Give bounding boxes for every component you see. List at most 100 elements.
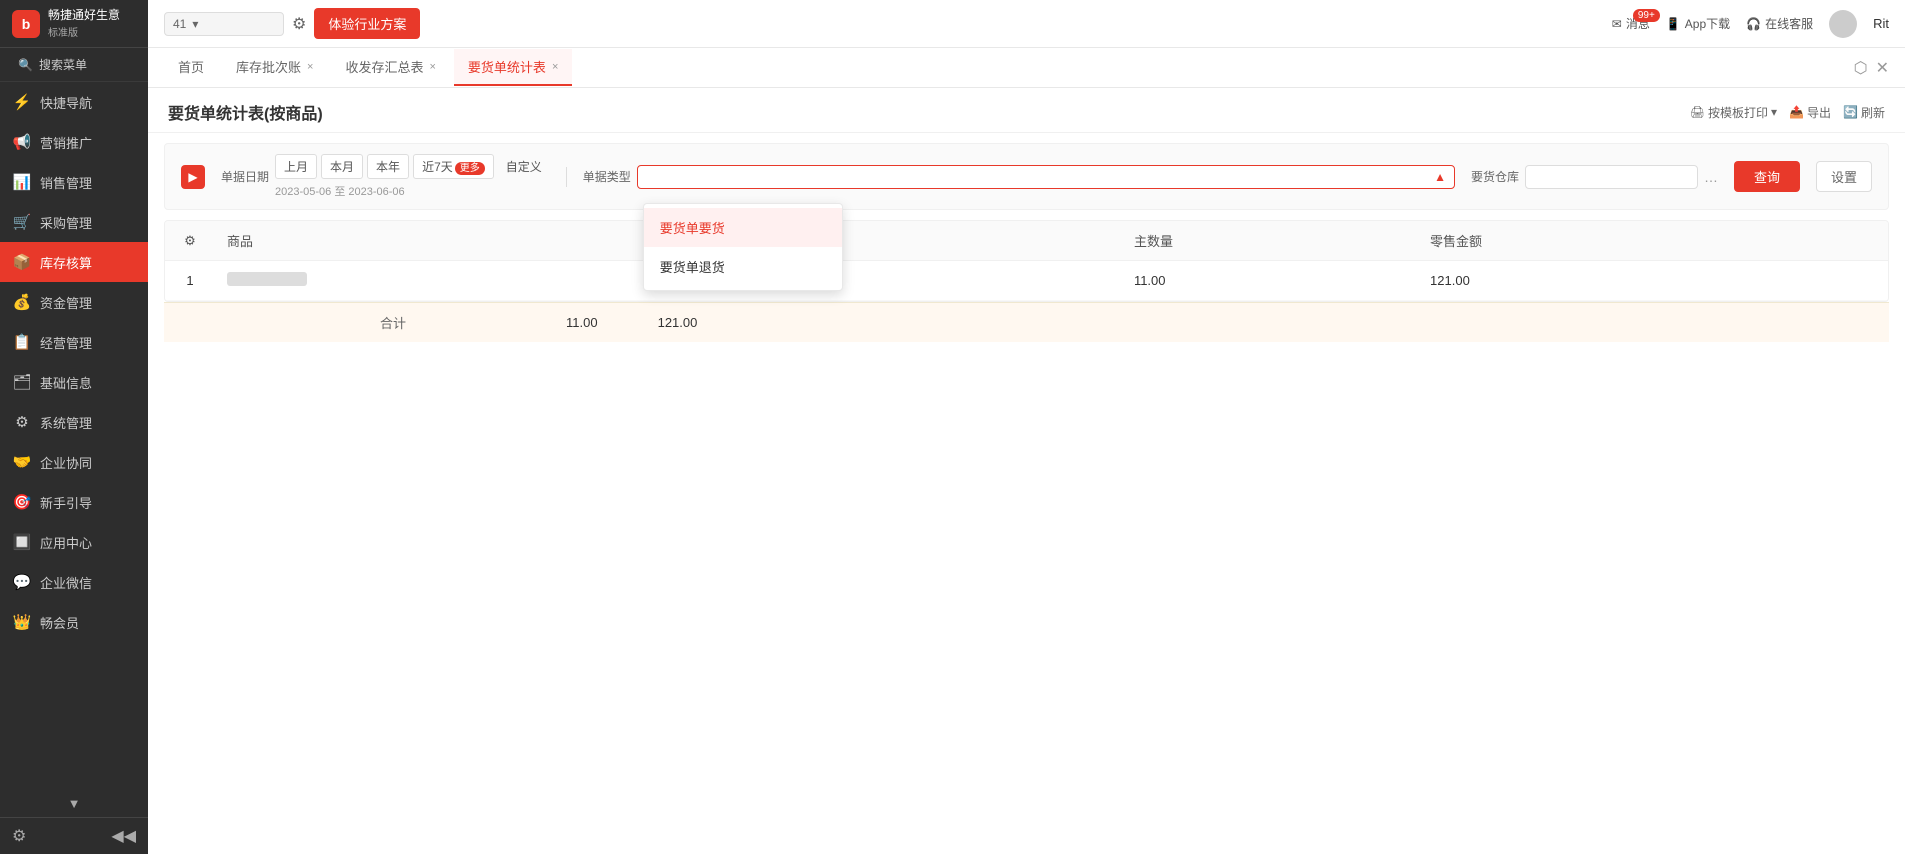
date-btn-this-year[interactable]: 本年 (367, 154, 409, 179)
table-footer: 合计 11.00 121.00 (164, 302, 1889, 342)
more-badge: 更多 (455, 162, 485, 175)
footer-amount: 121.00 (658, 315, 698, 330)
date-btn-7days[interactable]: 近7天更多 (413, 154, 494, 179)
sidebar-scroll-down[interactable]: ▼ (0, 790, 148, 817)
sidebar-item-system[interactable]: ⚙ 系统管理 (0, 402, 148, 442)
quick-nav-icon: ⚡ (12, 92, 32, 112)
inventory-icon: 📦 (12, 252, 32, 272)
warehouse-filter-label: 要货仓库 (1471, 168, 1519, 185)
col-settings-icon: ⚙ (184, 233, 196, 248)
col-settings[interactable]: ⚙ (165, 221, 215, 261)
tab-label: 要货单统计表 (468, 57, 546, 76)
app-version: 标准版 (48, 24, 120, 39)
sidebar-item-appstore[interactable]: 🔲 应用中心 (0, 522, 148, 562)
online-service-btn[interactable]: 🎧 在线客服 (1746, 15, 1813, 32)
topbar-settings-icon[interactable]: ⚙ (292, 14, 306, 34)
sidebar-item-vip[interactable]: 👑 畅会员 (0, 602, 148, 642)
date-btn-custom[interactable]: 自定义 (498, 155, 550, 178)
filter-divider (566, 167, 567, 187)
tab-close-icon[interactable]: × (307, 61, 313, 73)
sidebar-item-business[interactable]: 📋 经营管理 (0, 322, 148, 362)
nav-label: 经营管理 (40, 333, 92, 352)
messages-badge: 99+ (1633, 9, 1660, 22)
tab-expand-icon[interactable]: ⬡ (1854, 58, 1868, 78)
main-area: 41 ▾ ⚙ 体验行业方案 ✉ 消息 99+ 📱 App下载 🎧 在线客服 Ri… (148, 0, 1905, 854)
sidebar-collapse-icon[interactable]: ◀◀ (111, 826, 136, 846)
sidebar-item-quick-nav[interactable]: ⚡ 快捷导航 (0, 82, 148, 122)
sidebar-item-inventory[interactable]: 📦 库存核算 (0, 242, 148, 282)
type-filter-label: 单据类型 (583, 168, 631, 185)
export-btn[interactable]: 📤 导出 (1789, 104, 1831, 121)
industry-btn[interactable]: 体验行业方案 (314, 8, 420, 39)
sidebar-item-marketing[interactable]: 📢 营销推广 (0, 122, 148, 162)
sidebar-item-purchase[interactable]: 🛒 采购管理 (0, 202, 148, 242)
messages-btn[interactable]: ✉ 消息 99+ (1612, 15, 1650, 32)
app-logo: b 畅捷通好生意 标准版 (0, 0, 148, 48)
date-btn-prev-month[interactable]: 上月 (275, 154, 317, 179)
sales-icon: 📊 (12, 172, 32, 192)
dropdown-item-order-return[interactable]: 要货单退货 (644, 247, 842, 286)
page-title-actions: 🖨 按模板打印 ▾ 📤 导出 🔄 刷新 (1690, 104, 1885, 121)
table-header-row: ⚙ 商品 主计量单位 主数量 零售金额 (165, 221, 1888, 261)
export-label: 导出 (1807, 104, 1831, 121)
type-select[interactable]: ▲ (637, 165, 1455, 189)
sidebar-nav: ⚡ 快捷导航 📢 营销推广 📊 销售管理 🛒 采购管理 📦 库存核算 💰 资金管… (0, 82, 148, 790)
nav-label: 畅会员 (40, 613, 79, 632)
date-btn-this-month[interactable]: 本月 (321, 154, 363, 179)
download-icon: 📱 (1666, 17, 1681, 31)
tab-label: 收发存汇总表 (345, 57, 423, 76)
col-extra (1775, 221, 1888, 261)
nav-label: 资金管理 (40, 293, 92, 312)
query-button[interactable]: 查询 (1734, 161, 1800, 192)
tab-more-icon[interactable]: ✕ (1876, 58, 1889, 78)
page-content: 要货单统计表(按商品) 🖨 按模板打印 ▾ 📤 导出 🔄 刷新 (148, 88, 1905, 854)
warehouse-input[interactable] (1525, 165, 1698, 189)
col-product: 商品 (215, 221, 704, 261)
sidebar-search[interactable]: 🔍 搜索菜单 (0, 48, 148, 82)
nav-label: 营销推广 (40, 133, 92, 152)
date-filter-group: 单据日期 上月 本月 本年 近7天更多 自定义 2023-05-06 至 202… (221, 154, 550, 199)
tab-close-icon[interactable]: × (429, 61, 435, 73)
dropdown-item-order-purchase[interactable]: 要货单要货 (644, 208, 842, 247)
appstore-icon: 🔲 (12, 532, 32, 552)
app-download-btn[interactable]: 📱 App下载 (1666, 15, 1730, 32)
nav-label: 快捷导航 (40, 93, 92, 112)
company-selector[interactable]: 41 ▾ (164, 12, 284, 36)
tab-receive-summary[interactable]: 收发存汇总表 × (331, 49, 449, 86)
tabs-bar: 首页 库存批次账 × 收发存汇总表 × 要货单统计表 × ⬡ ✕ (148, 48, 1905, 88)
sidebar-item-sales[interactable]: 📊 销售管理 (0, 162, 148, 202)
refresh-btn[interactable]: 🔄 刷新 (1843, 104, 1885, 121)
nav-label: 企业微信 (40, 573, 92, 592)
page-title-bar: 要货单统计表(按商品) 🖨 按模板打印 ▾ 📤 导出 🔄 刷新 (148, 88, 1905, 133)
sidebar-item-guide[interactable]: 🎯 新手引导 (0, 482, 148, 522)
warehouse-more-icon[interactable]: … (1704, 169, 1718, 185)
sidebar-item-coop[interactable]: 🤝 企业协同 (0, 442, 148, 482)
sidebar-settings-icon[interactable]: ⚙ (12, 826, 26, 846)
col-amount: 零售金额 (1418, 221, 1775, 261)
sidebar-item-base[interactable]: 🗂 基础信息 (0, 362, 148, 402)
date-range-display: 2023-05-06 至 2023-06-06 (275, 183, 550, 199)
cell-product (215, 261, 704, 301)
type-select-input[interactable] (646, 170, 1434, 184)
purchase-icon: 🛒 (12, 212, 32, 232)
tab-home[interactable]: 首页 (164, 49, 218, 86)
refresh-label: 刷新 (1861, 104, 1885, 121)
print-label: 按模板打印 (1708, 104, 1768, 121)
footer-quantity: 11.00 (566, 315, 598, 330)
settings-button[interactable]: 设置 (1816, 161, 1872, 192)
topbar-left: 41 ▾ ⚙ 体验行业方案 (164, 8, 1612, 39)
date-filter-label: 单据日期 (221, 168, 269, 185)
tab-inventory-batch[interactable]: 库存批次账 × (222, 49, 327, 86)
tab-order-summary[interactable]: 要货单统计表 × (454, 49, 572, 86)
print-btn[interactable]: 🖨 按模板打印 ▾ (1690, 104, 1777, 121)
print-icon: 🖨 (1690, 105, 1705, 119)
company-dropdown-icon: ▾ (192, 17, 198, 31)
sidebar-item-wechat[interactable]: 💬 企业微信 (0, 562, 148, 602)
warehouse-filter-group: 要货仓库 … (1471, 165, 1718, 189)
sidebar-item-finance[interactable]: 💰 资金管理 (0, 282, 148, 322)
type-filter-group: 单据类型 ▲ 要货单要货 要货单退货 (583, 165, 1455, 189)
filter-expand-btn[interactable]: ▶ (181, 165, 205, 189)
nav-label: 基础信息 (40, 373, 92, 392)
tab-close-icon[interactable]: × (552, 61, 558, 73)
user-avatar[interactable] (1829, 10, 1857, 38)
